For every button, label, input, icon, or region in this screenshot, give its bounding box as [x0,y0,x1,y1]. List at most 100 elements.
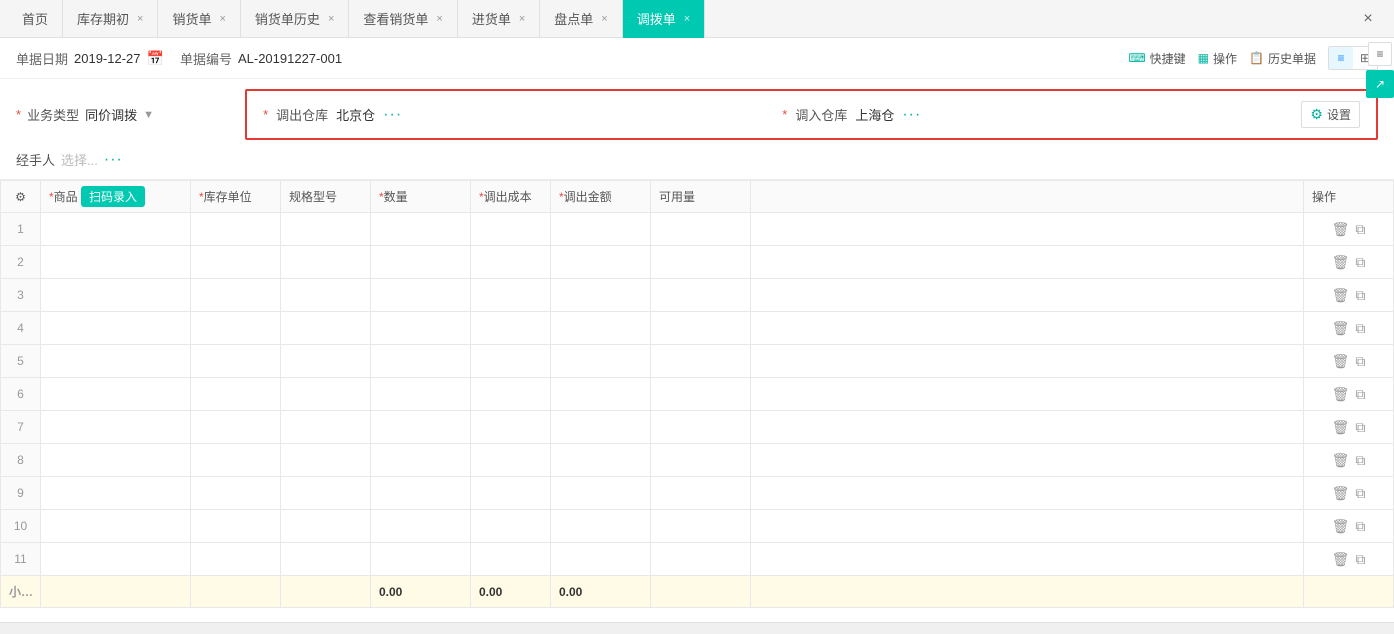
delete-icon[interactable]: 🗑 [1332,485,1350,502]
tab-close-sales-history[interactable]: × [328,13,334,25]
cell-product[interactable] [41,279,191,312]
copy-icon[interactable]: ⧉ [1355,551,1365,568]
cell-product[interactable] [41,444,191,477]
cell-available[interactable] [651,312,751,345]
cell-qty[interactable] [371,543,471,576]
delete-icon[interactable]: 🗑 [1332,221,1350,238]
cell-spec[interactable] [281,213,371,246]
cell-spec[interactable] [281,477,371,510]
cell-available[interactable] [651,213,751,246]
list-view-button[interactable]: ≡ [1329,47,1353,69]
side-export-button[interactable]: ↗ [1366,70,1394,98]
tab-close-transfer[interactable]: × [684,13,690,25]
cell-amount[interactable] [551,411,651,444]
tab-close-purchase[interactable]: × [519,13,525,25]
cell-unit[interactable] [191,510,281,543]
cell-qty[interactable] [371,312,471,345]
cell-available[interactable] [651,411,751,444]
copy-icon[interactable]: ⧉ [1355,221,1365,238]
delete-icon[interactable]: 🗑 [1332,452,1350,469]
delete-icon[interactable]: 🗑 [1332,551,1350,568]
cell-unit[interactable] [191,444,281,477]
delete-icon[interactable]: 🗑 [1332,287,1350,304]
cell-qty[interactable] [371,279,471,312]
tab-close-sales-order[interactable]: × [219,13,225,25]
delete-icon[interactable]: 🗑 [1332,254,1350,271]
cell-spec[interactable] [281,279,371,312]
cell-amount[interactable] [551,345,651,378]
cell-qty[interactable] [371,246,471,279]
cell-spec[interactable] [281,312,371,345]
cell-amount[interactable] [551,378,651,411]
history-button[interactable]: 📋 历史单据 [1249,50,1316,67]
tab-sales-order[interactable]: 销货单 × [158,0,240,38]
delete-icon[interactable]: 🗑 [1332,353,1350,370]
cell-cost[interactable] [471,246,551,279]
cell-amount[interactable] [551,477,651,510]
handler-more[interactable]: ··· [104,151,123,169]
cell-qty[interactable] [371,510,471,543]
th-settings[interactable]: ⚙ [1,181,41,213]
cell-unit[interactable] [191,213,281,246]
cell-unit[interactable] [191,411,281,444]
cell-amount[interactable] [551,246,651,279]
delete-icon[interactable]: 🗑 [1332,386,1350,403]
operations-button[interactable]: ▦ 操作 [1198,50,1237,67]
calendar-icon[interactable]: 📅 [147,50,164,67]
cell-cost[interactable] [471,279,551,312]
cell-unit[interactable] [191,543,281,576]
cell-product[interactable] [41,411,191,444]
cell-product[interactable] [41,543,191,576]
side-doc-button[interactable]: ≡ [1368,42,1392,66]
cell-cost[interactable] [471,411,551,444]
cell-unit[interactable] [191,279,281,312]
cell-qty[interactable] [371,213,471,246]
cell-available[interactable] [651,543,751,576]
cell-cost[interactable] [471,510,551,543]
cell-cost[interactable] [471,444,551,477]
cell-available[interactable] [651,246,751,279]
copy-icon[interactable]: ⧉ [1355,518,1365,535]
tab-home[interactable]: 首页 [8,0,63,38]
scan-button[interactable]: 扫码录入 [81,186,145,207]
cell-spec[interactable] [281,411,371,444]
cell-product[interactable] [41,213,191,246]
handler-value[interactable]: 选择... [61,150,98,169]
delete-icon[interactable]: 🗑 [1332,320,1350,337]
cell-amount[interactable] [551,510,651,543]
cell-available[interactable] [651,279,751,312]
cell-available[interactable] [651,345,751,378]
cell-spec[interactable] [281,510,371,543]
cell-unit[interactable] [191,312,281,345]
cell-cost[interactable] [471,312,551,345]
copy-icon[interactable]: ⧉ [1355,386,1365,403]
cell-product[interactable] [41,510,191,543]
cell-cost[interactable] [471,213,551,246]
cell-spec[interactable] [281,246,371,279]
tab-sales-history[interactable]: 销货单历史 × [241,0,349,38]
cell-spec[interactable] [281,345,371,378]
cell-cost[interactable] [471,477,551,510]
cell-available[interactable] [651,477,751,510]
cell-amount[interactable] [551,312,651,345]
in-warehouse-more[interactable]: ··· [902,106,921,124]
cell-product[interactable] [41,246,191,279]
cell-available[interactable] [651,378,751,411]
cell-available[interactable] [651,444,751,477]
cell-cost[interactable] [471,378,551,411]
settings-button[interactable]: ⚙ 设置 [1301,101,1360,128]
horizontal-scrollbar[interactable] [0,622,1394,634]
copy-icon[interactable]: ⧉ [1355,485,1365,502]
delete-icon[interactable]: 🗑 [1332,518,1350,535]
tab-transfer[interactable]: 调拨单 × [623,0,705,38]
copy-icon[interactable]: ⧉ [1355,320,1365,337]
cell-cost[interactable] [471,345,551,378]
cell-product[interactable] [41,378,191,411]
tab-view-sales[interactable]: 查看销货单 × [349,0,457,38]
biz-type-select[interactable]: 同价调拨 ▼ [85,105,225,124]
shortcuts-button[interactable]: ⌨ 快捷键 [1128,50,1185,67]
cell-qty[interactable] [371,444,471,477]
cell-qty[interactable] [371,378,471,411]
cell-unit[interactable] [191,345,281,378]
copy-icon[interactable]: ⧉ [1355,353,1365,370]
